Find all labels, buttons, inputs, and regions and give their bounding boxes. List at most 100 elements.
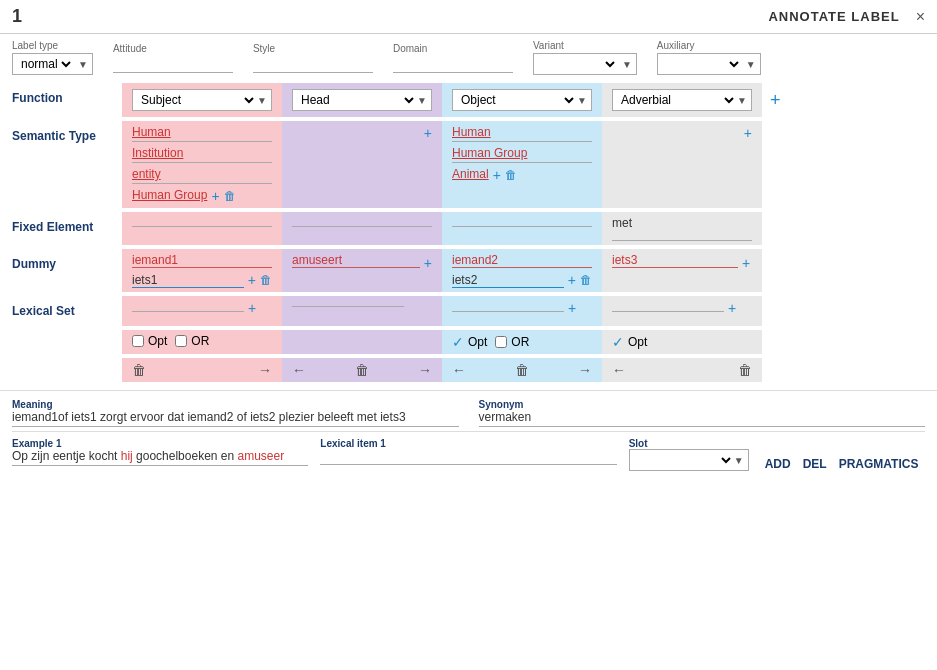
- object-sem-add[interactable]: +: [493, 167, 501, 183]
- lexical-item-section: Lexical item 1: [320, 438, 616, 465]
- domain-input[interactable]: [393, 56, 513, 73]
- adverbial-opt-check-icon: ✓: [612, 334, 624, 350]
- document-number: 1: [12, 6, 22, 27]
- head-function-select[interactable]: Head: [297, 92, 417, 108]
- add-column-area: +: [762, 83, 781, 117]
- adverbial-dummy-col: +: [602, 249, 762, 292]
- adverbial-function-select-box[interactable]: Adverbial ▼: [612, 89, 752, 111]
- object-lex-add[interactable]: +: [568, 300, 576, 316]
- object-arrow-right-icon[interactable]: →: [578, 362, 592, 378]
- slot-select-box[interactable]: ▼: [629, 449, 749, 471]
- function-row: Function Subject ▼ Head ▼: [0, 79, 937, 117]
- variant-select[interactable]: [538, 56, 618, 72]
- head-dummy-row: +: [292, 253, 432, 272]
- label-type-row: Label type normal ▼ Attitude Style Domai…: [0, 34, 937, 79]
- adverbial-lex-add[interactable]: +: [728, 300, 736, 316]
- add-column-button[interactable]: +: [770, 90, 781, 111]
- subject-sem-item-1[interactable]: Human: [132, 125, 272, 139]
- head-trash-icon[interactable]: 🗑: [355, 362, 369, 378]
- subject-dummy2-input[interactable]: [132, 273, 244, 288]
- object-function-select[interactable]: Object: [457, 92, 577, 108]
- object-opt-col: ✓ Opt OR: [442, 330, 602, 354]
- adverbial-arrow-left-icon[interactable]: ←: [612, 362, 626, 378]
- variant-select-box[interactable]: ▼: [533, 53, 637, 75]
- subject-opt-checkbox[interactable]: [132, 335, 144, 347]
- del-button[interactable]: DEL: [803, 457, 827, 471]
- example-text-part2: goochelboeken en: [133, 449, 238, 463]
- adverbial-dummy-add[interactable]: +: [742, 255, 750, 271]
- subject-lex-add[interactable]: +: [248, 300, 256, 316]
- variant-label: Variant: [533, 40, 637, 51]
- label-type-label: Label type: [12, 40, 93, 51]
- object-dummy2-add[interactable]: +: [568, 272, 576, 288]
- add-button[interactable]: ADD: [765, 457, 791, 471]
- object-arrow-left-icon[interactable]: ←: [452, 362, 466, 378]
- subject-dummy-col: + 🗑: [122, 249, 282, 292]
- adverbial-sem-add[interactable]: +: [744, 125, 752, 141]
- object-sem-row-3: Animal + 🗑: [452, 167, 592, 183]
- subject-lex-row: +: [132, 300, 272, 316]
- object-function-select-box[interactable]: Object ▼: [452, 89, 592, 111]
- opt-cols: Opt OR ✓ Opt O: [122, 330, 762, 354]
- subject-sem-item-2[interactable]: Institution: [132, 146, 272, 160]
- adverbial-action-col: ← 🗑: [602, 358, 762, 382]
- slot-select[interactable]: [634, 452, 734, 468]
- subject-sem-item-3[interactable]: entity: [132, 167, 272, 181]
- adverbial-trash-icon[interactable]: 🗑: [738, 362, 752, 378]
- object-dummy1-input[interactable]: [452, 253, 592, 268]
- header: 1 ANNOTATE LABEL ×: [0, 0, 937, 34]
- lexical-set-row: Lexical Set + +: [0, 292, 937, 326]
- style-input[interactable]: [253, 56, 373, 73]
- attitude-input[interactable]: [113, 56, 233, 73]
- meaning-label: Meaning: [12, 399, 459, 410]
- label-type-select[interactable]: normal: [17, 56, 74, 72]
- auxiliary-field: Auxiliary ▼: [657, 40, 761, 75]
- object-sem-item-2[interactable]: Human Group: [452, 146, 592, 160]
- subject-sem-delete[interactable]: 🗑: [224, 189, 236, 203]
- head-sem-add[interactable]: +: [424, 125, 432, 141]
- dialog-title: ANNOTATE LABEL: [768, 9, 899, 24]
- head-function-select-box[interactable]: Head ▼: [292, 89, 432, 111]
- domain-label: Domain: [393, 43, 513, 54]
- object-sem-item-3[interactable]: Animal: [452, 167, 489, 181]
- object-sem-delete[interactable]: 🗑: [505, 168, 517, 182]
- label-type-select-box[interactable]: normal ▼: [12, 53, 93, 75]
- object-trash-icon[interactable]: 🗑: [515, 362, 529, 378]
- head-arrow-icon: ▼: [417, 95, 427, 106]
- subject-arrow-icon: ▼: [257, 95, 267, 106]
- variant-field: Variant ▼: [533, 40, 637, 75]
- object-or-checkbox[interactable]: [495, 336, 507, 348]
- head-arrow-left-icon[interactable]: ←: [292, 362, 306, 378]
- subject-dummy2-add[interactable]: +: [248, 272, 256, 288]
- head-arrow-right-icon[interactable]: →: [418, 362, 432, 378]
- adverbial-dummy1-input[interactable]: [612, 253, 738, 268]
- head-dummy-add[interactable]: +: [424, 255, 432, 271]
- subject-opt-item: Opt: [132, 334, 167, 348]
- subject-semantic-col: Human Institution entity Human Group + 🗑: [122, 121, 282, 208]
- subject-function-select[interactable]: Subject: [137, 92, 257, 108]
- example-section: Example 1 Op zijn eentje kocht hij gooch…: [12, 438, 308, 466]
- fixed-element-row: Fixed Element met: [0, 208, 937, 245]
- auxiliary-select[interactable]: [662, 56, 742, 72]
- adverbial-function-select[interactable]: Adverbial: [617, 92, 737, 108]
- head-dummy1-input[interactable]: [292, 253, 420, 268]
- subject-function-select-box[interactable]: Subject ▼: [132, 89, 272, 111]
- subject-dummy2-delete[interactable]: 🗑: [260, 273, 272, 287]
- object-dummy2-input[interactable]: [452, 273, 564, 288]
- dummy-cols: + 🗑 + + 🗑: [122, 249, 762, 292]
- subject-sem-add[interactable]: +: [211, 188, 219, 204]
- auxiliary-select-box[interactable]: ▼: [657, 53, 761, 75]
- subject-sem-item-4[interactable]: Human Group: [132, 188, 207, 202]
- close-button[interactable]: ×: [916, 8, 925, 26]
- object-sem-item-1[interactable]: Human: [452, 125, 592, 139]
- subject-arrow-right-icon[interactable]: →: [258, 362, 272, 378]
- pragmatics-button[interactable]: PRAGMATICS: [839, 457, 919, 471]
- subject-trash-icon[interactable]: 🗑: [132, 362, 146, 378]
- adverbial-fixed-col: met: [602, 212, 762, 245]
- slot-section: Slot ▼: [629, 438, 749, 471]
- object-dummy2-delete[interactable]: 🗑: [580, 273, 592, 287]
- example-text-amuseer: amuseer: [238, 449, 285, 463]
- lexical-set-label: Lexical Set: [12, 296, 122, 318]
- subject-or-checkbox[interactable]: [175, 335, 187, 347]
- subject-dummy1-input[interactable]: [132, 253, 272, 268]
